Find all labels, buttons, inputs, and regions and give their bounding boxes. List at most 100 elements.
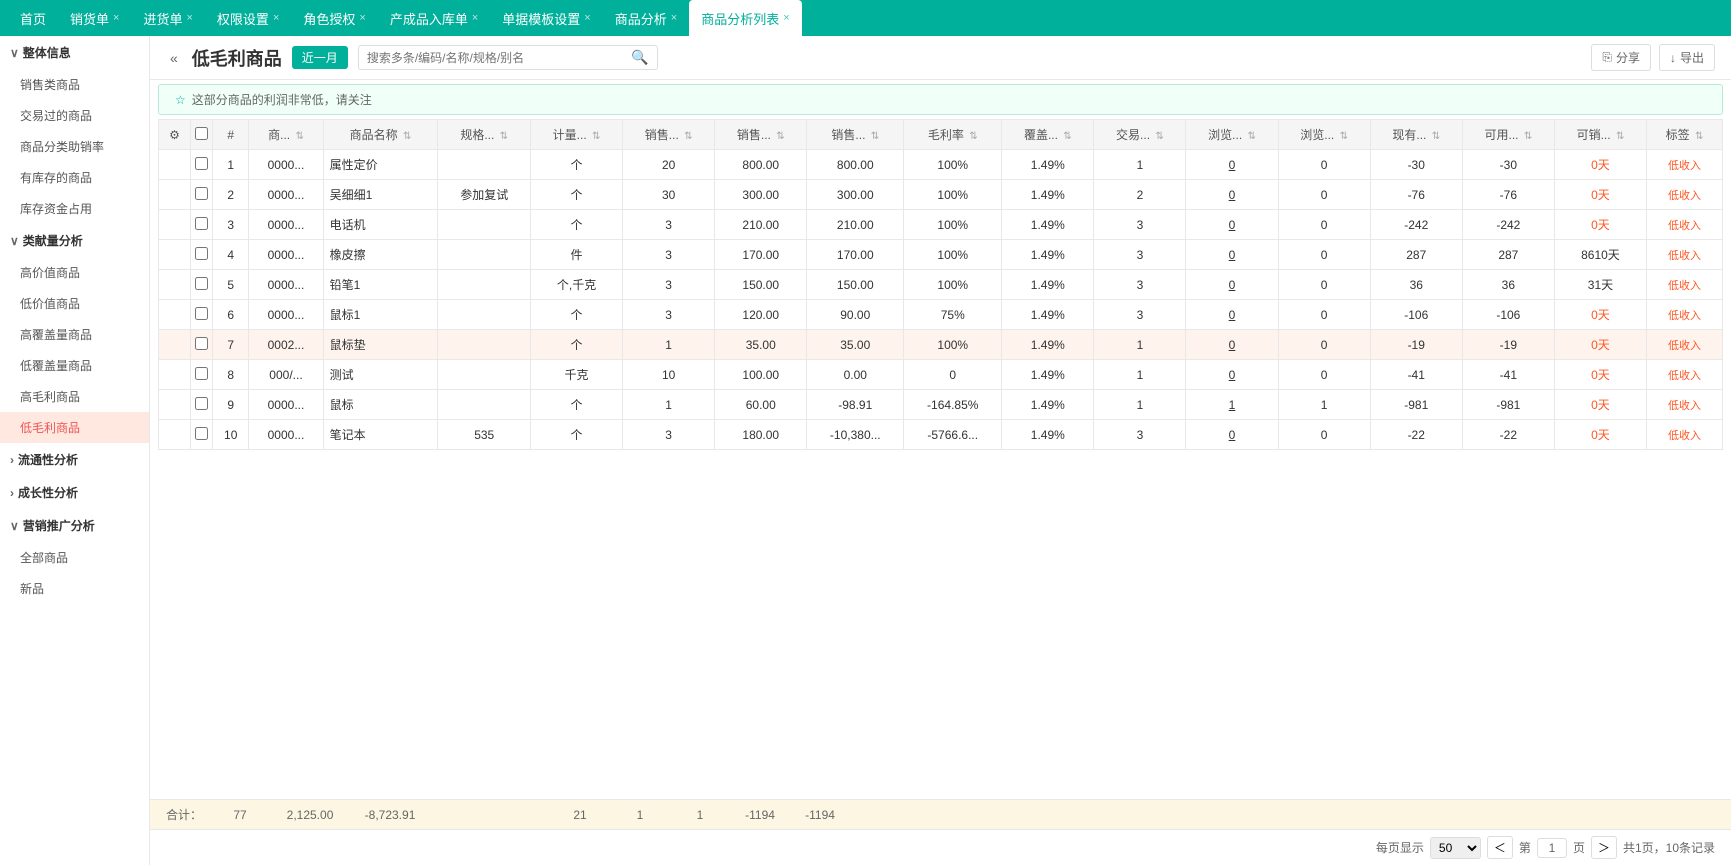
nav-goods-analysis-list[interactable]: 商品分析列表 ×: [689, 0, 801, 36]
sidebar-item-stock-capital[interactable]: 库存资金占用: [0, 193, 149, 224]
settings-cell[interactable]: [159, 300, 191, 330]
col-sellable[interactable]: 可销... ⇅: [1554, 120, 1646, 150]
row-checkbox[interactable]: [195, 157, 208, 170]
search-box[interactable]: 🔍: [358, 45, 658, 70]
nav-template-settings[interactable]: 单据模板设置 ×: [490, 0, 602, 36]
row-view1[interactable]: 1: [1186, 390, 1278, 420]
nav-role-auth[interactable]: 角色授权 ×: [291, 0, 377, 36]
col-gross-rate[interactable]: 毛利率 ⇅: [904, 120, 1002, 150]
checkbox-cell[interactable]: [191, 210, 213, 240]
sidebar-item-high-coverage[interactable]: 高覆盖量商品: [0, 319, 149, 350]
settings-cell[interactable]: [159, 270, 191, 300]
per-page-select[interactable]: 50 100 200: [1430, 837, 1481, 859]
col-unit[interactable]: 计量... ⇅: [530, 120, 622, 150]
date-filter-button[interactable]: 近一月: [292, 46, 348, 69]
col-sales-qty[interactable]: 销售... ⇅: [623, 120, 715, 150]
row-name[interactable]: 鼠标1: [323, 300, 438, 330]
close-goods-analysis-list-icon[interactable]: ×: [783, 12, 789, 24]
close-goods-analysis-icon[interactable]: ×: [671, 12, 677, 24]
nav-product-entry[interactable]: 产成品入库单 ×: [378, 0, 490, 36]
share-button[interactable]: ⎘ 分享: [1591, 44, 1651, 71]
row-checkbox[interactable]: [195, 337, 208, 350]
row-checkbox[interactable]: [195, 277, 208, 290]
next-page-button[interactable]: ＞: [1591, 836, 1617, 859]
settings-cell[interactable]: [159, 150, 191, 180]
close-template-icon[interactable]: ×: [584, 12, 590, 24]
row-view1[interactable]: 0: [1186, 330, 1278, 360]
settings-cell[interactable]: [159, 360, 191, 390]
col-spec[interactable]: 规格... ⇅: [438, 120, 531, 150]
row-checkbox[interactable]: [195, 187, 208, 200]
close-role-auth-icon[interactable]: ×: [359, 12, 365, 24]
sidebar-group-flow-analysis[interactable]: › 流通性分析: [0, 443, 149, 476]
sidebar-item-high-margin[interactable]: 高毛利商品: [0, 381, 149, 412]
sidebar-item-all-goods[interactable]: 全部商品: [0, 542, 149, 573]
sidebar-item-low-margin[interactable]: 低毛利商品: [0, 412, 149, 443]
sidebar-item-sales-goods[interactable]: 销售类商品: [0, 69, 149, 100]
sidebar-item-low-value[interactable]: 低价值商品: [0, 288, 149, 319]
row-checkbox[interactable]: [195, 397, 208, 410]
collapse-sidebar-button[interactable]: «: [166, 46, 182, 70]
select-all-checkbox[interactable]: [195, 127, 208, 140]
row-view1[interactable]: 0: [1186, 240, 1278, 270]
col-code[interactable]: 商... ⇅: [249, 120, 323, 150]
col-available[interactable]: 可用... ⇅: [1462, 120, 1554, 150]
settings-cell[interactable]: [159, 390, 191, 420]
search-icon[interactable]: 🔍: [631, 49, 648, 66]
nav-sales-order[interactable]: 销货单 ×: [58, 0, 131, 36]
row-view1[interactable]: 0: [1186, 210, 1278, 240]
sidebar-item-stock-goods[interactable]: 有库存的商品: [0, 162, 149, 193]
sidebar-group-marketing-analysis[interactable]: ∨ 营销推广分析: [0, 509, 149, 542]
checkbox-cell[interactable]: [191, 420, 213, 450]
close-permissions-icon[interactable]: ×: [273, 12, 279, 24]
row-name[interactable]: 测试: [323, 360, 438, 390]
col-current-stock[interactable]: 现有... ⇅: [1370, 120, 1462, 150]
sidebar-item-new-goods[interactable]: 新品: [0, 573, 149, 604]
nav-purchase-order[interactable]: 进货单 ×: [131, 0, 204, 36]
row-checkbox[interactable]: [195, 427, 208, 440]
row-view1[interactable]: 0: [1186, 270, 1278, 300]
row-view1[interactable]: 0: [1186, 360, 1278, 390]
col-view1[interactable]: 浏览... ⇅: [1186, 120, 1278, 150]
settings-cell[interactable]: [159, 330, 191, 360]
checkbox-cell[interactable]: [191, 330, 213, 360]
row-view1[interactable]: 0: [1186, 420, 1278, 450]
sidebar-group-overall[interactable]: ∨ 整体信息: [0, 36, 149, 69]
settings-cell[interactable]: [159, 210, 191, 240]
sidebar-group-growth-analysis[interactable]: › 成长性分析: [0, 476, 149, 509]
checkbox-cell[interactable]: [191, 360, 213, 390]
col-trade[interactable]: 交易... ⇅: [1094, 120, 1186, 150]
col-tag[interactable]: 标签 ⇅: [1647, 120, 1723, 150]
row-name[interactable]: 吴细细1: [323, 180, 438, 210]
row-name[interactable]: 笔记本: [323, 420, 438, 450]
checkbox-cell[interactable]: [191, 180, 213, 210]
row-view1[interactable]: 0: [1186, 180, 1278, 210]
close-sales-order-icon[interactable]: ×: [113, 12, 119, 24]
col-sales-profit[interactable]: 销售... ⇅: [807, 120, 904, 150]
settings-cell[interactable]: [159, 180, 191, 210]
checkbox-cell[interactable]: [191, 240, 213, 270]
checkbox-cell[interactable]: [191, 150, 213, 180]
sidebar-item-high-value[interactable]: 高价值商品: [0, 257, 149, 288]
col-name[interactable]: 商品名称 ⇅: [323, 120, 438, 150]
prev-page-button[interactable]: ＜: [1487, 836, 1513, 859]
row-name[interactable]: 属性定价: [323, 150, 438, 180]
checkbox-cell[interactable]: [191, 390, 213, 420]
col-sales-price[interactable]: 销售... ⇅: [715, 120, 807, 150]
row-name[interactable]: 铅笔1: [323, 270, 438, 300]
checkbox-cell[interactable]: [191, 270, 213, 300]
sidebar-item-category-rate[interactable]: 商品分类助销率: [0, 131, 149, 162]
row-name[interactable]: 鼠标垫: [323, 330, 438, 360]
row-checkbox[interactable]: [195, 247, 208, 260]
row-name[interactable]: 电话机: [323, 210, 438, 240]
sidebar-item-traded-goods[interactable]: 交易过的商品: [0, 100, 149, 131]
row-view1[interactable]: 0: [1186, 150, 1278, 180]
nav-goods-analysis[interactable]: 商品分析 ×: [603, 0, 689, 36]
export-button[interactable]: ↓ 导出: [1659, 44, 1715, 71]
col-coverage[interactable]: 覆盖... ⇅: [1002, 120, 1094, 150]
row-view1[interactable]: 0: [1186, 300, 1278, 330]
row-name[interactable]: 鼠标: [323, 390, 438, 420]
row-name[interactable]: 橡皮擦: [323, 240, 438, 270]
checkbox-col-header[interactable]: [191, 120, 213, 150]
sidebar-item-low-coverage[interactable]: 低覆盖量商品: [0, 350, 149, 381]
